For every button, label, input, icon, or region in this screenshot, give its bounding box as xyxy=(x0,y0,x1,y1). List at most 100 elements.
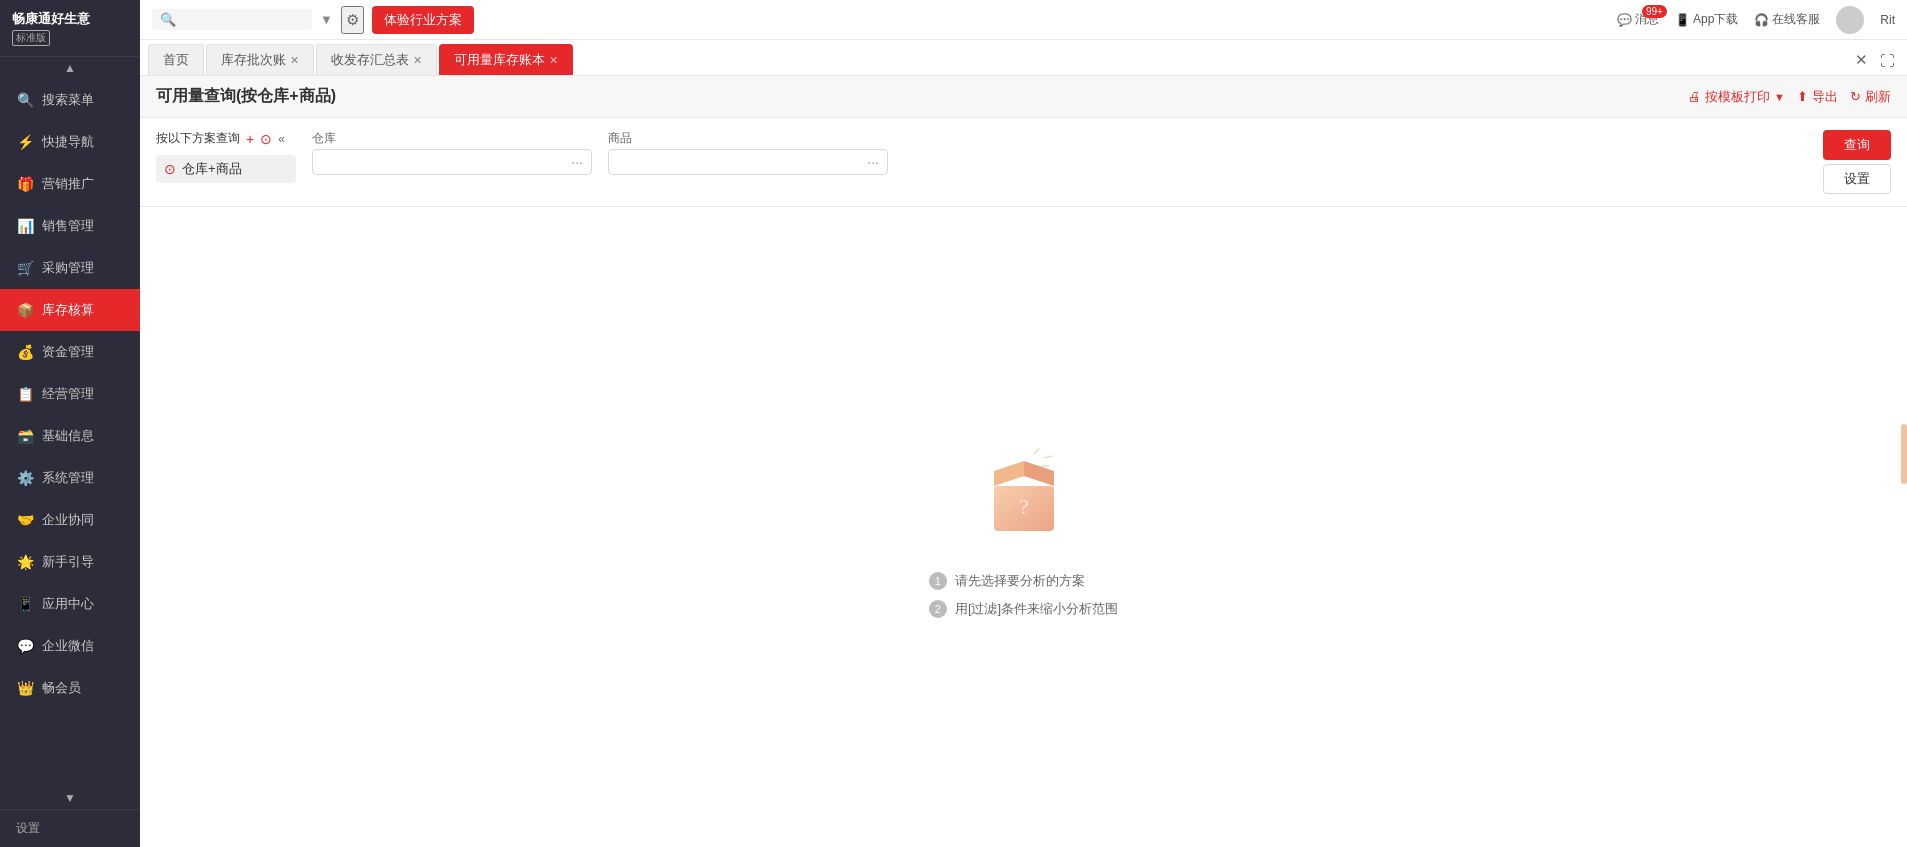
warehouse-more-button[interactable]: ··· xyxy=(571,154,583,170)
sidebar-item-sales_mgmt[interactable]: 📊 销售管理 xyxy=(0,205,140,247)
scheme-item-icon: ⊙ xyxy=(164,161,176,177)
sidebar-item-member[interactable]: 👑 畅会员 xyxy=(0,667,140,709)
sidebar-item-purchase_mgmt[interactable]: 🛒 采购管理 xyxy=(0,247,140,289)
tab-close-batch_account[interactable]: ✕ xyxy=(290,54,299,67)
add-scheme-button[interactable]: + xyxy=(246,131,254,147)
logo-title: 畅康通好生意 xyxy=(12,10,128,28)
tab-close-all[interactable]: ✕ xyxy=(1851,49,1872,71)
header-search-box[interactable]: 🔍 xyxy=(152,9,312,30)
settings-button[interactable]: 设置 xyxy=(1823,164,1891,194)
tab-close-available_stock[interactable]: ✕ xyxy=(549,54,558,67)
sidebar-label-new_guide: 新手引导 xyxy=(42,553,94,571)
sidebar-label-basic_info: 基础信息 xyxy=(42,427,94,445)
empty-visual: ? xyxy=(964,436,1084,556)
query-button[interactable]: 查询 xyxy=(1823,130,1891,160)
sidebar-label-member: 畅会员 xyxy=(42,679,81,697)
header-search-input[interactable] xyxy=(180,13,300,27)
sidebar-icon-inventory: 📦 xyxy=(16,301,34,319)
scheme-section: 按以下方案查询 + ⊙ « ⊙ 仓库+商品 xyxy=(156,130,296,183)
right-scrollbar[interactable] xyxy=(1901,424,1907,484)
trial-button[interactable]: 体验行业方案 xyxy=(372,6,474,34)
tip-num-1: 1 xyxy=(929,572,947,590)
tip-text-1: 请先选择要分析的方案 xyxy=(955,572,1085,590)
sidebar-label-operations_mgmt: 经营管理 xyxy=(42,385,94,403)
warehouse-input-wrap[interactable]: ··· xyxy=(312,149,592,175)
sidebar-icon-fund_mgmt: 💰 xyxy=(16,343,34,361)
message-button[interactable]: 💬 消息 99+ xyxy=(1617,11,1659,28)
empty-tips: 1 请先选择要分析的方案 2 用[过滤]条件来缩小分析范围 xyxy=(929,572,1118,618)
refresh-icon: ↻ xyxy=(1850,89,1861,104)
refresh-button[interactable]: ↻ 刷新 xyxy=(1850,88,1891,106)
sidebar-nav: 🔍 搜索菜单 ⚡ 快捷导航 🎁 营销推广 📊 销售管理 🛒 采购管理 📦 库存核… xyxy=(0,79,140,787)
sidebar-label-purchase_mgmt: 采购管理 xyxy=(42,259,94,277)
filter-row: 仓库 ··· 商品 ··· xyxy=(312,130,1807,175)
tab-bar-right: ✕ ⛶ xyxy=(1851,49,1899,75)
app-download-button[interactable]: 📱 App下载 xyxy=(1675,11,1738,28)
tab-label-batch_account: 库存批次账 xyxy=(221,51,286,69)
scheme-header: 按以下方案查询 + ⊙ « xyxy=(156,130,296,147)
goods-input[interactable] xyxy=(617,155,863,170)
export-button[interactable]: ⬆ 导出 xyxy=(1797,88,1838,106)
sidebar-item-app_center[interactable]: 📱 应用中心 xyxy=(0,583,140,625)
scheme-item-warehouse-goods[interactable]: ⊙ 仓库+商品 xyxy=(156,155,296,183)
goods-input-wrap[interactable]: ··· xyxy=(608,149,888,175)
page-header: 可用量查询(按仓库+商品) 🖨 按模板打印 ▼ ⬆ 导出 ↻ 刷新 xyxy=(140,76,1907,118)
sidebar-label-inventory: 库存核算 xyxy=(42,301,94,319)
svg-text:?: ? xyxy=(1019,494,1029,519)
sidebar-label-enterprise_coop: 企业协同 xyxy=(42,511,94,529)
tab-close-receipt_summary[interactable]: ✕ xyxy=(413,54,422,67)
page-actions: 🖨 按模板打印 ▼ ⬆ 导出 ↻ 刷新 xyxy=(1688,88,1891,106)
scheme-settings-button[interactable]: ⊙ xyxy=(260,131,272,147)
tab-label-receipt_summary: 收发存汇总表 xyxy=(331,51,409,69)
sidebar-label-search: 搜索菜单 xyxy=(42,91,94,109)
warehouse-input[interactable] xyxy=(321,155,567,170)
header-gear-button[interactable]: ⚙ xyxy=(341,6,364,34)
page-title: 可用量查询(按仓库+商品) xyxy=(156,86,336,107)
tab-home[interactable]: 首页 xyxy=(148,44,204,75)
sidebar-scroll-down[interactable]: ▼ xyxy=(0,787,140,809)
header-username[interactable]: Rit xyxy=(1880,13,1895,27)
sidebar-label-sales_mgmt: 销售管理 xyxy=(42,217,94,235)
sidebar-item-operations_mgmt[interactable]: 📋 经营管理 xyxy=(0,373,140,415)
scheme-item-label: 仓库+商品 xyxy=(182,160,242,178)
sidebar-item-basic_info[interactable]: 🗃️ 基础信息 xyxy=(0,415,140,457)
headset-icon: 🎧 xyxy=(1754,13,1769,27)
sidebar-label-fund_mgmt: 资金管理 xyxy=(42,343,94,361)
sidebar-scroll-up[interactable]: ▲ xyxy=(0,57,140,79)
tab-expand[interactable]: ⛶ xyxy=(1876,50,1899,71)
tab-label-home: 首页 xyxy=(163,51,189,69)
sidebar-item-new_guide[interactable]: 🌟 新手引导 xyxy=(0,541,140,583)
print-template-button[interactable]: 🖨 按模板打印 ▼ xyxy=(1688,88,1785,106)
sidebar-item-fund_mgmt[interactable]: 💰 资金管理 xyxy=(0,331,140,373)
sidebar-item-enterprise_wechat[interactable]: 💬 企业微信 xyxy=(0,625,140,667)
svg-line-3 xyxy=(1044,456,1052,458)
header-dropdown-icon[interactable]: ▼ xyxy=(320,12,333,27)
tip-text-2: 用[过滤]条件来缩小分析范围 xyxy=(955,600,1118,618)
chevron-down-icon: ▼ xyxy=(1774,91,1785,103)
online-service-button[interactable]: 🎧 在线客服 xyxy=(1754,11,1820,28)
tab-available_stock[interactable]: 可用量库存账本✕ xyxy=(439,44,573,75)
sidebar-item-shortcut[interactable]: ⚡ 快捷导航 xyxy=(0,121,140,163)
sidebar-icon-purchase_mgmt: 🛒 xyxy=(16,259,34,277)
sidebar-icon-new_guide: 🌟 xyxy=(16,553,34,571)
sidebar-item-marketing_promo[interactable]: 🎁 营销推广 xyxy=(0,163,140,205)
sidebar-label-system_mgmt: 系统管理 xyxy=(42,469,94,487)
user-avatar[interactable] xyxy=(1836,6,1864,34)
sidebar-label-shortcut: 快捷导航 xyxy=(42,133,94,151)
goods-more-button[interactable]: ··· xyxy=(867,154,879,170)
filter-warehouse: 仓库 ··· xyxy=(312,130,592,175)
tab-batch_account[interactable]: 库存批次账 ✕ xyxy=(206,44,314,75)
sidebar-settings[interactable]: 设置 xyxy=(0,809,140,847)
empty-tip-1: 1 请先选择要分析的方案 xyxy=(929,572,1118,590)
sidebar-item-inventory[interactable]: 📦 库存核算 xyxy=(0,289,140,331)
sidebar-item-system_mgmt[interactable]: ⚙️ 系统管理 xyxy=(0,457,140,499)
export-icon: ⬆ xyxy=(1797,89,1808,104)
tab-receipt_summary[interactable]: 收发存汇总表 ✕ xyxy=(316,44,437,75)
sidebar-item-enterprise_coop[interactable]: 🤝 企业协同 xyxy=(0,499,140,541)
goods-label: 商品 xyxy=(608,130,888,147)
sidebar-label-marketing_promo: 营销推广 xyxy=(42,175,94,193)
query-panel: 按以下方案查询 + ⊙ « ⊙ 仓库+商品 仓库 ··· 商品 xyxy=(140,118,1907,207)
sidebar-item-search[interactable]: 🔍 搜索菜单 xyxy=(0,79,140,121)
collapse-button[interactable]: « xyxy=(278,132,285,146)
empty-tip-2: 2 用[过滤]条件来缩小分析范围 xyxy=(929,600,1118,618)
